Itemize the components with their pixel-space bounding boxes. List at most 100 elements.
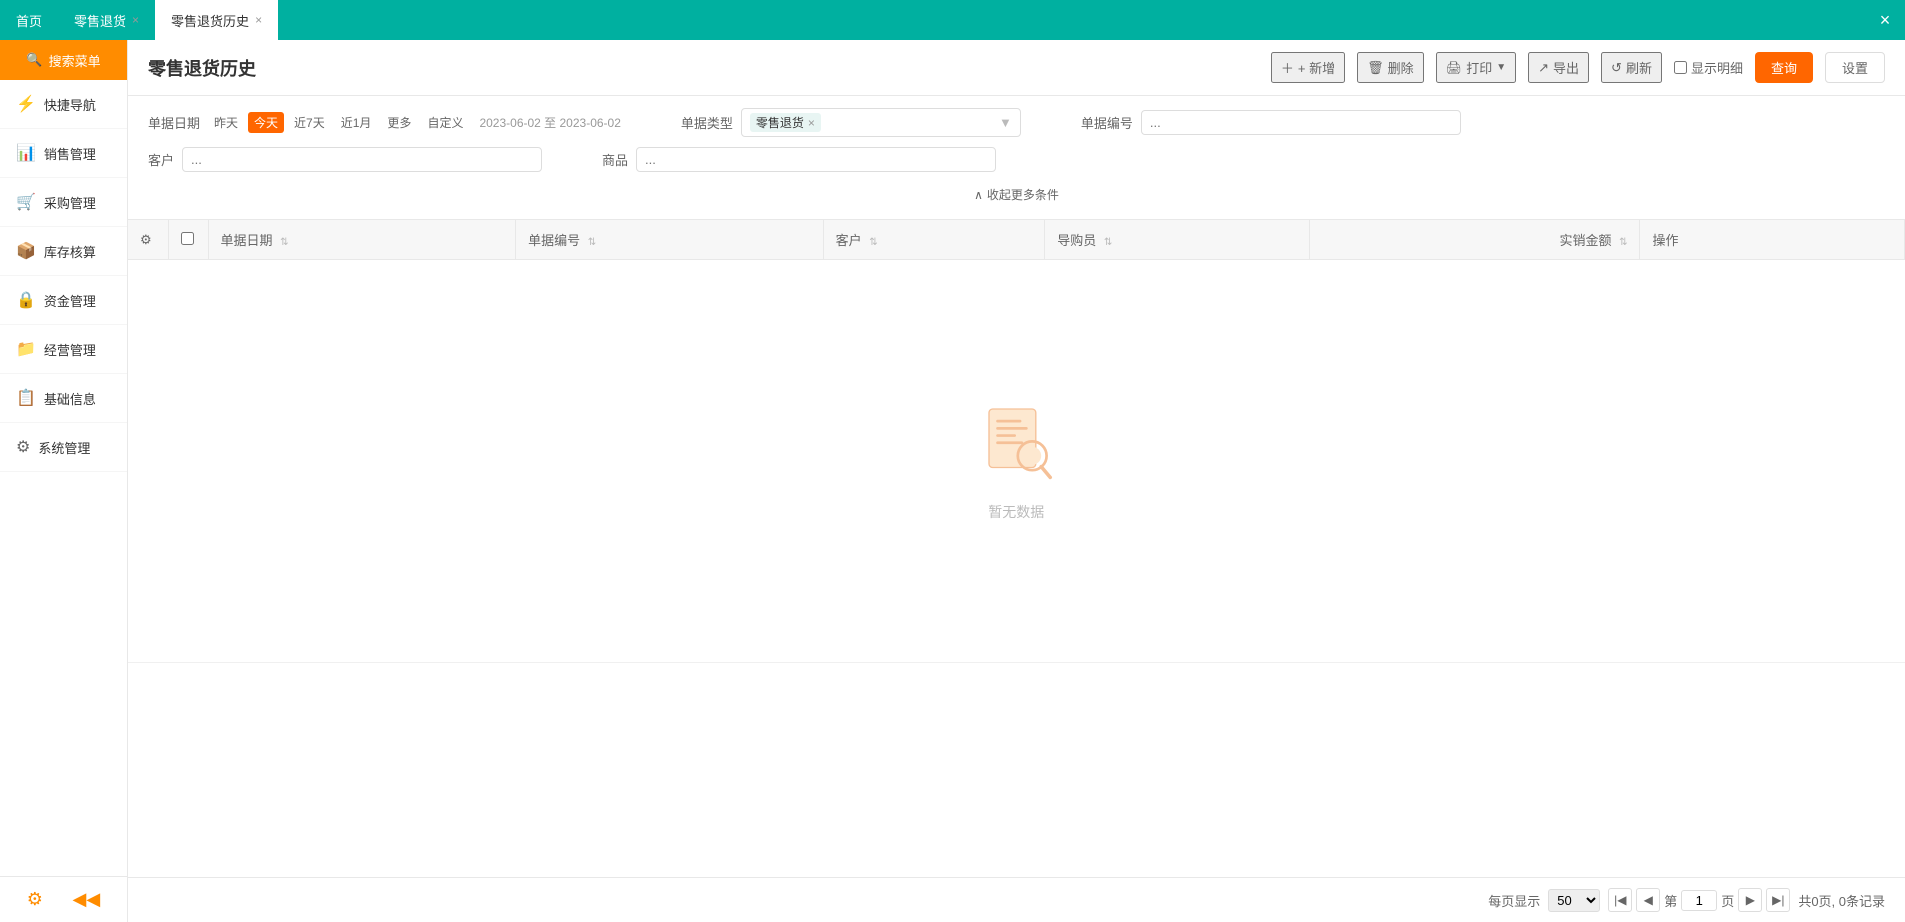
th-action-label: 操作 xyxy=(1652,233,1678,248)
th-guide[interactable]: 导购员 ⇅ xyxy=(1045,220,1310,260)
sidebar-bottom: ⚙ ◀◀ xyxy=(0,876,127,922)
table-body: 暂无数据 xyxy=(128,260,1905,663)
page-unit: 页 xyxy=(1721,891,1734,910)
filter-row-1: 单据日期 昨天 今天 近7天 近1月 更多 自定义 2023-06-02 至 2… xyxy=(148,108,1885,137)
sidebar-label-operations: 经营管理 xyxy=(44,340,96,359)
empty-illustration xyxy=(971,400,1061,490)
per-page-select[interactable]: 50 20 100 xyxy=(1548,889,1600,912)
sidebar-item-quick-nav[interactable]: ⚡ 快捷导航 xyxy=(0,80,127,129)
date-btn-custom[interactable]: 自定义 xyxy=(421,112,469,133)
th-docno-label: 单据编号 xyxy=(528,233,580,248)
collapse-button[interactable]: ∧ 收起更多条件 xyxy=(962,182,1071,207)
export-button[interactable]: ↗ 导出 xyxy=(1528,52,1589,83)
display-toggle[interactable]: 显示明细 xyxy=(1674,58,1743,77)
doc-type-filter: 单据类型 零售退货 × ▼ xyxy=(681,108,1021,137)
display-toggle-checkbox[interactable] xyxy=(1674,61,1687,74)
sort-guide-icon: ⇅ xyxy=(1104,237,1112,248)
first-page-button[interactable]: |◀ xyxy=(1608,888,1632,912)
sidebar-label-quick-nav: 快捷导航 xyxy=(44,95,96,114)
pagination-bar: 每页显示 50 20 100 |◀ ◀ 第 页 ▶ ▶| 共0页, 0条记录 xyxy=(128,877,1905,922)
tab-retail-return-history[interactable]: 零售退货历史× xyxy=(155,0,278,40)
doc-type-tag-close[interactable]: × xyxy=(808,116,815,130)
empty-state: 暂无数据 xyxy=(128,320,1905,602)
sidebar-item-inventory[interactable]: 📦库存核算 xyxy=(0,227,127,276)
data-table: ⚙ 单据日期 ⇅ 单据编号 ⇅ 客户 ⇅ xyxy=(128,220,1905,663)
sidebar-search-button[interactable]: 🔍 搜索菜单 xyxy=(0,40,127,80)
content-area: 零售退货历史 ＋ + 新增 🗑 删除 🖨 打印 ▼ ↗ 导出 xyxy=(128,40,1905,922)
sound-icon[interactable]: ◀◀ xyxy=(73,889,101,910)
date-btn-last1m[interactable]: 近1月 xyxy=(335,112,378,133)
new-button[interactable]: ＋ + 新增 xyxy=(1271,52,1345,83)
customer-filter: 客户 xyxy=(148,147,542,172)
sidebar-icon-quick-nav: ⚡ xyxy=(16,94,36,114)
toolbar: ＋ + 新增 🗑 删除 🖨 打印 ▼ ↗ 导出 ↺ xyxy=(1271,52,1885,83)
print-dropdown-icon: ▼ xyxy=(1496,62,1506,73)
filter-area: 单据日期 昨天 今天 近7天 近1月 更多 自定义 2023-06-02 至 2… xyxy=(128,96,1905,220)
th-docno[interactable]: 单据编号 ⇅ xyxy=(516,220,824,260)
sidebar-label-basic-info: 基础信息 xyxy=(44,389,96,408)
empty-row: 暂无数据 xyxy=(128,260,1905,663)
query-button[interactable]: 查询 xyxy=(1755,52,1813,83)
print-icon: 🖨 xyxy=(1446,60,1463,76)
sort-date-icon: ⇅ xyxy=(280,237,288,248)
date-filter: 单据日期 昨天 今天 近7天 近1月 更多 自定义 2023-06-02 至 2… xyxy=(148,112,621,133)
print-button[interactable]: 🖨 打印 ▼ xyxy=(1436,52,1516,83)
next-page-button[interactable]: ▶ xyxy=(1738,888,1762,912)
sidebar-item-operations[interactable]: 📁经营管理 xyxy=(0,325,127,374)
goods-filter: 商品 xyxy=(602,147,996,172)
sidebar-search-label: 搜索菜单 xyxy=(49,51,101,70)
tab-list: 首页零售退货×零售退货历史× xyxy=(0,0,1865,40)
date-btn-last7[interactable]: 近7天 xyxy=(288,112,331,133)
sidebar-icon-system-mgmt: ⚙ xyxy=(16,437,30,457)
sort-customer-icon: ⇅ xyxy=(869,237,877,248)
sidebar-icon-purchase-mgmt: 🛒 xyxy=(16,192,36,212)
window-close-button[interactable]: × xyxy=(1865,0,1905,40)
goods-label: 商品 xyxy=(602,150,628,169)
page-number-input[interactable] xyxy=(1681,890,1717,911)
goods-input[interactable] xyxy=(636,147,996,172)
empty-state-cell: 暂无数据 xyxy=(128,260,1905,663)
date-options: 昨天 今天 近7天 近1月 更多 自定义 2023-06-02 至 2023-0… xyxy=(208,112,621,133)
th-checkbox[interactable] xyxy=(168,220,208,260)
sidebar-item-basic-info[interactable]: 📋 基础信息 xyxy=(0,374,127,423)
prev-page-button[interactable]: ◀ xyxy=(1636,888,1660,912)
tab-close-retail-return[interactable]: × xyxy=(132,13,139,27)
date-btn-yesterday[interactable]: 昨天 xyxy=(208,112,244,133)
doc-no-input[interactable] xyxy=(1141,110,1461,135)
last-page-button[interactable]: ▶| xyxy=(1766,888,1790,912)
table-header: ⚙ 单据日期 ⇅ 单据编号 ⇅ 客户 ⇅ xyxy=(128,220,1905,260)
sort-docno-icon: ⇅ xyxy=(588,237,596,248)
th-customer[interactable]: 客户 ⇅ xyxy=(823,220,1045,260)
sidebar-icon-basic-info: 📋 xyxy=(16,388,36,408)
customer-input[interactable] xyxy=(182,147,542,172)
date-range-display: 2023-06-02 至 2023-06-02 xyxy=(479,114,620,131)
tab-close-retail-return-history[interactable]: × xyxy=(255,13,262,27)
settings-button[interactable]: 设置 xyxy=(1825,52,1885,83)
doc-type-label: 单据类型 xyxy=(681,113,733,132)
th-amount-label: 实销金额 xyxy=(1559,233,1611,248)
tab-home[interactable]: 首页 xyxy=(0,0,58,40)
th-settings[interactable]: ⚙ xyxy=(128,220,168,260)
tab-retail-return[interactable]: 零售退货× xyxy=(58,0,155,40)
sidebar-item-sales-mgmt[interactable]: 📊销售管理 xyxy=(0,129,127,178)
date-filter-label: 单据日期 xyxy=(148,113,200,132)
th-amount[interactable]: 实销金额 ⇅ xyxy=(1309,220,1640,260)
total-label: 共0页, 0条记录 xyxy=(1798,891,1885,910)
sidebar: 🔍 搜索菜单 ⚡ 快捷导航 📊销售管理🛒采购管理📦库存核算🔒资金管理📁经营管理 📋 基础… xyxy=(0,40,128,922)
doc-type-chevron: ▼ xyxy=(999,115,1012,130)
sidebar-item-system-mgmt[interactable]: ⚙系统管理 xyxy=(0,423,127,472)
refresh-button[interactable]: ↺ 刷新 xyxy=(1601,52,1662,83)
select-all-checkbox[interactable] xyxy=(181,232,194,245)
sidebar-icon-sales-mgmt: 📊 xyxy=(16,143,36,163)
doc-no-label: 单据编号 xyxy=(1081,113,1133,132)
sidebar-item-finance[interactable]: 🔒资金管理 xyxy=(0,276,127,325)
th-date[interactable]: 单据日期 ⇅ xyxy=(208,220,516,260)
delete-button[interactable]: 🗑 删除 xyxy=(1357,52,1424,83)
settings-icon[interactable]: ⚙ xyxy=(27,889,43,910)
doc-type-select[interactable]: 零售退货 × ▼ xyxy=(741,108,1021,137)
sidebar-item-purchase-mgmt[interactable]: 🛒采购管理 xyxy=(0,178,127,227)
sidebar-icon-finance: 🔒 xyxy=(16,290,36,310)
date-btn-more[interactable]: 更多 xyxy=(381,112,417,133)
new-icon: ＋ xyxy=(1281,58,1294,77)
date-btn-today[interactable]: 今天 xyxy=(248,112,284,133)
